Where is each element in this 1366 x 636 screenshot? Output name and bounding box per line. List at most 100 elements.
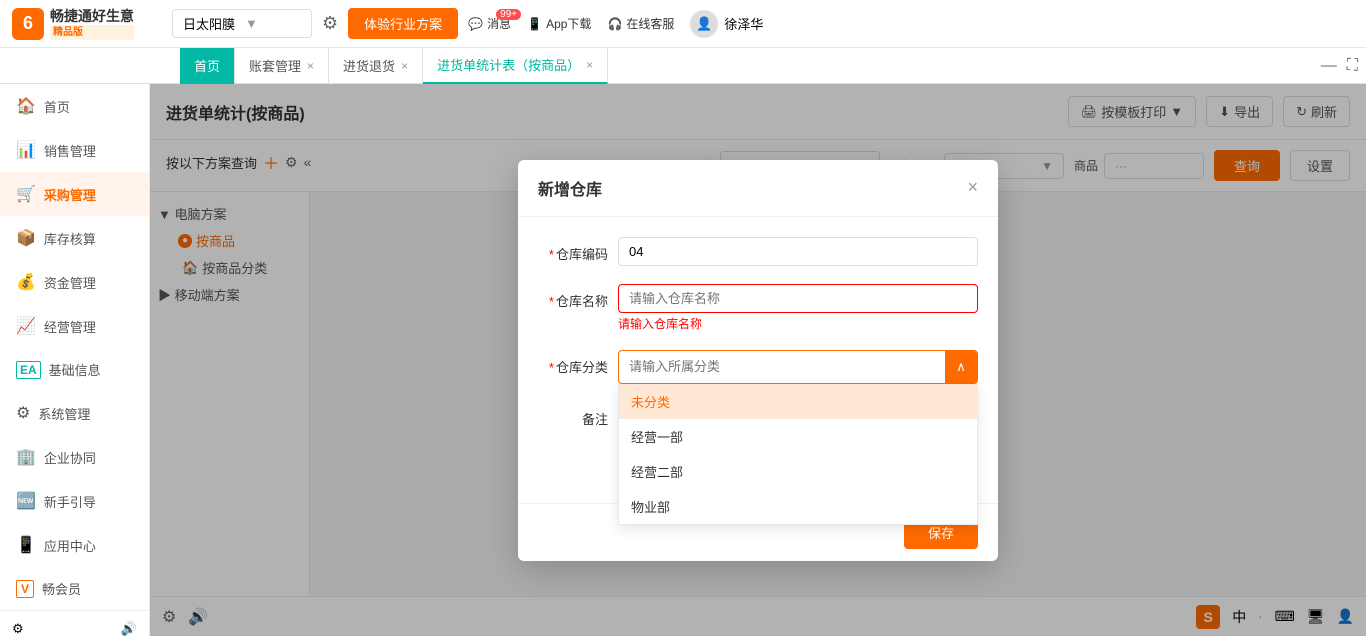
dropdown-item-1[interactable]: 经营一部 <box>619 419 977 454</box>
category-dropdown-list: 未分类 经营一部 经营二部 物业部 <box>618 384 978 525</box>
code-input[interactable] <box>618 237 978 266</box>
base-info-icon: EA <box>16 361 41 379</box>
dropdown-item-3[interactable]: 物业部 <box>619 489 977 524</box>
modal-overlay: 新增仓库 × 仓库编码 仓库名称 <box>150 84 1366 636</box>
sidebar-item-member[interactable]: V 畅会员 <box>0 567 149 610</box>
tab-bar-controls: — ⛶ <box>1321 57 1366 75</box>
modal-body: 仓库编码 仓库名称 请输入仓库名称 <box>518 217 998 503</box>
category-input[interactable] <box>619 353 945 380</box>
sidebar-item-sales[interactable]: 📊 销售管理 <box>0 128 149 172</box>
name-input[interactable] <box>618 284 978 313</box>
inventory-icon: 📦 <box>16 228 36 248</box>
dropdown-item-2[interactable]: 经营二部 <box>619 454 977 489</box>
sidebar: 🏠 首页 📊 销售管理 🛒 采购管理 📦 库存核算 💰 资金管理 📈 经营管理 … <box>0 84 150 636</box>
tab-minimize-button[interactable]: — <box>1321 57 1337 75</box>
customer-service-button[interactable]: 🎧 在线客服 <box>607 15 674 32</box>
category-dropdown-row: ∧ <box>618 350 978 384</box>
modal-header: 新增仓库 × <box>518 160 998 217</box>
category-input-wrap: ∧ 未分类 经营一部 经营二部 物业部 <box>618 350 978 384</box>
settings-gear-button[interactable]: ⚙ <box>322 13 338 34</box>
add-warehouse-modal: 新增仓库 × 仓库编码 仓库名称 <box>518 160 998 561</box>
member-icon: V <box>16 580 34 598</box>
tab-purchase-stats-close[interactable]: × <box>586 58 593 72</box>
headset-icon: 🎧 <box>607 17 622 31</box>
username-label: 徐泽华 <box>724 14 763 33</box>
message-icon: 💬 <box>468 17 483 31</box>
sidebar-settings-icon[interactable]: ⚙ <box>12 621 24 636</box>
sidebar-appcenter-label: 应用中心 <box>44 536 96 555</box>
notification-badge: 99+ <box>496 9 521 20</box>
brand-main: 畅捷通好生意 <box>50 7 134 25</box>
sidebar-item-inventory[interactable]: 📦 库存核算 <box>0 216 149 260</box>
notifications-button[interactable]: 💬 消息 99+ <box>468 15 511 32</box>
modal-close-button[interactable]: × <box>967 177 978 198</box>
sidebar-item-system[interactable]: ⚙ 系统管理 <box>0 391 149 435</box>
mobile-icon: 📱 <box>527 17 542 31</box>
trial-button[interactable]: 体验行业方案 <box>348 8 458 39</box>
sidebar-item-finance[interactable]: 💰 资金管理 <box>0 260 149 304</box>
system-icon: ⚙ <box>16 403 30 423</box>
sidebar-item-base[interactable]: EA 基础信息 <box>0 348 149 391</box>
sidebar-guide-label: 新手引导 <box>44 492 96 511</box>
sidebar-item-enterprise[interactable]: 🏢 企业协同 <box>0 435 149 479</box>
code-label: 仓库编码 <box>538 237 618 263</box>
tab-accounts-close[interactable]: × <box>307 59 314 73</box>
notes-label: 备注 <box>538 402 618 428</box>
brand-sub: 精品版 <box>50 25 134 40</box>
tab-accounts[interactable]: 账套管理 × <box>235 48 329 84</box>
sidebar-item-purchase[interactable]: 🛒 采购管理 <box>0 172 149 216</box>
sidebar-item-home[interactable]: 🏠 首页 <box>0 84 149 128</box>
main-layout: 🏠 首页 📊 销售管理 🛒 采购管理 📦 库存核算 💰 资金管理 📈 经营管理 … <box>0 84 1366 636</box>
sidebar-bottom: ⚙ 🔊 <box>0 610 149 636</box>
form-row-name: 仓库名称 请输入仓库名称 <box>538 284 978 332</box>
sidebar-finance-label: 资金管理 <box>44 273 96 292</box>
tab-purchase-return-label: 进货退货 <box>343 56 395 75</box>
sidebar-system-label: 系统管理 <box>38 404 90 423</box>
dropdown-item-0[interactable]: 未分类 <box>619 384 977 419</box>
sidebar-inventory-label: 库存核算 <box>44 229 96 248</box>
sidebar-item-guide[interactable]: 🆕 新手引导 <box>0 479 149 523</box>
tab-purchase-return-close[interactable]: × <box>401 59 408 73</box>
user-menu[interactable]: 👤 徐泽华 <box>690 10 763 38</box>
category-label: 仓库分类 <box>538 350 618 376</box>
appcenter-icon: 📱 <box>16 535 36 555</box>
tab-expand-button[interactable]: ⛶ <box>1347 57 1358 75</box>
home-icon: 🏠 <box>16 96 36 116</box>
sidebar-operations-label: 经营管理 <box>44 317 96 336</box>
sidebar-speaker-icon[interactable]: 🔊 <box>121 621 137 636</box>
tab-purchase-return[interactable]: 进货退货 × <box>329 48 423 84</box>
store-arrow-icon: ▼ <box>245 16 301 31</box>
guide-icon: 🆕 <box>16 491 36 511</box>
tab-purchase-stats[interactable]: 进货单统计表（按商品） × <box>423 48 608 84</box>
form-row-category: 仓库分类 ∧ 未分类 经营一部 经营二部 物业部 <box>538 350 978 384</box>
store-selector[interactable]: 日太阳膜 ▼ <box>172 9 312 38</box>
sidebar-base-label: 基础信息 <box>49 360 101 379</box>
content-area: 进货单统计(按商品) 🖨 按模板打印 ▼ ⬇ 导出 ↻ 刷新 <box>150 84 1366 636</box>
sidebar-item-appcenter[interactable]: 📱 应用中心 <box>0 523 149 567</box>
app-logo-icon: 6 <box>12 8 44 40</box>
brand-text: 畅捷通好生意 精品版 <box>50 7 134 40</box>
sidebar-purchase-label: 采购管理 <box>44 185 96 204</box>
tab-home-label: 首页 <box>194 56 220 75</box>
finance-icon: 💰 <box>16 272 36 292</box>
form-row-code: 仓库编码 <box>538 237 978 266</box>
purchase-icon: 🛒 <box>16 184 36 204</box>
name-error-msg: 请输入仓库名称 <box>618 315 978 332</box>
name-label: 仓库名称 <box>538 284 618 310</box>
app-download-button[interactable]: 📱 App下载 <box>527 15 591 32</box>
enterprise-icon: 🏢 <box>16 447 36 467</box>
tab-accounts-label: 账套管理 <box>249 56 301 75</box>
sidebar-item-operations[interactable]: 📈 经营管理 <box>0 304 149 348</box>
tab-home[interactable]: 首页 <box>180 48 235 84</box>
sales-icon: 📊 <box>16 140 36 160</box>
tab-purchase-stats-label: 进货单统计表（按商品） <box>437 55 580 74</box>
logo-area: 6 畅捷通好生意 精品版 <box>12 7 162 40</box>
sidebar-sales-label: 销售管理 <box>44 141 96 160</box>
user-avatar: 👤 <box>690 10 718 38</box>
sidebar-enterprise-label: 企业协同 <box>44 448 96 467</box>
sidebar-home-label: 首页 <box>44 97 70 116</box>
category-arrow-icon[interactable]: ∧ <box>945 351 977 383</box>
code-input-wrap <box>618 237 978 266</box>
modal-title: 新增仓库 <box>538 176 602 200</box>
sidebar-member-label: 畅会员 <box>42 579 81 598</box>
